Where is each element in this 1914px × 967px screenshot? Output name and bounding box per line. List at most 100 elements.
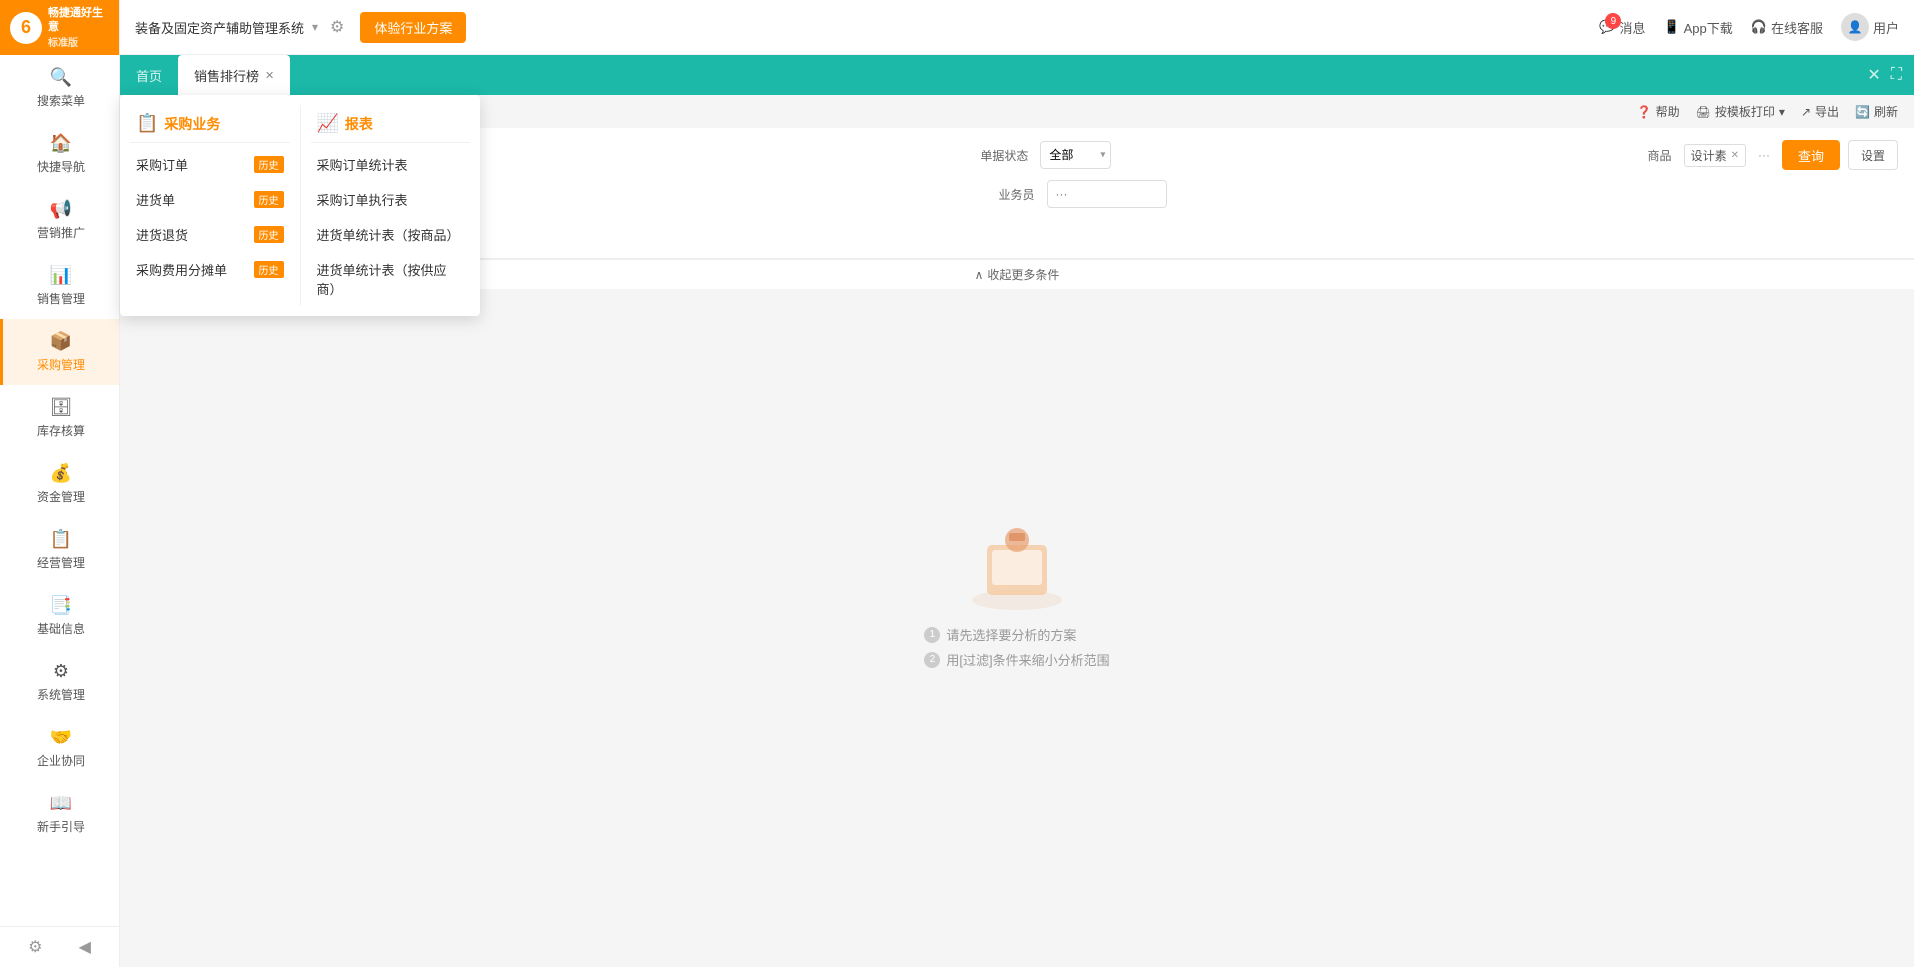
collapse-sidebar-icon[interactable]: ◀ — [79, 937, 91, 957]
dropdown-item-label: 采购订单 — [136, 155, 188, 174]
collapse-label: 收起更多条件 — [987, 266, 1059, 283]
tab-bar: 首页 销售排行榜 ✕ ✕ ⛶ — [120, 55, 1914, 95]
search-icon: 🔍 — [50, 67, 72, 88]
dropdown-item-purchase-order-stat[interactable]: 采购订单统计表 — [311, 147, 471, 182]
dropdown-item-label: 进货退货 — [136, 225, 188, 244]
warehouse-icon: 🗄 — [50, 397, 73, 418]
tab-home[interactable]: 首页 — [120, 55, 178, 95]
sidebar-item-system[interactable]: ⚙ 系统管理 — [0, 649, 119, 715]
tab-sales-rank[interactable]: 销售排行榜 ✕ — [178, 55, 290, 95]
service-icon: 🎧 — [1751, 19, 1767, 35]
history-badge: 历史 — [254, 156, 284, 173]
sidebar-item-label: 系统管理 — [37, 686, 85, 703]
logo-name: 畅捷通好生意 — [48, 6, 109, 35]
print-template-btn[interactable]: 🖨 按模板打印 ▾ — [1696, 103, 1785, 120]
history-badge: 历史 — [254, 226, 284, 243]
header-right: 💬 9 消息 📱 App下载 🎧 在线客服 👤 用户 — [1599, 13, 1899, 41]
document-status-select[interactable]: 全部 待审核 已审核 — [1040, 141, 1111, 169]
dropdown-item-purchase-order-exec[interactable]: 采购订单执行表 — [311, 182, 471, 217]
history-badge: 历史 — [254, 191, 284, 208]
handshake-icon: 🤝 — [50, 727, 72, 748]
system-dropdown-icon[interactable]: ▾ — [312, 20, 318, 34]
report-header-icon: 📈 — [317, 113, 339, 134]
sidebar-item-label: 快捷导航 — [37, 158, 85, 175]
logo-sub: 标准版 — [48, 34, 109, 49]
dropdown-item-label: 采购费用分摊单 — [136, 260, 227, 279]
sidebar-item-search[interactable]: 🔍 搜索菜单 — [0, 55, 119, 121]
sidebar-item-marketing[interactable]: 📢 营销推广 — [0, 187, 119, 253]
dropdown-item-inbound-stat-supplier[interactable]: 进货单统计表（按供应商） — [311, 252, 471, 306]
empty-hints: 1 请先选择要分析的方案 2 用[过滤]条件来缩小分析范围 — [924, 625, 1109, 675]
help-label: 帮助 — [1656, 103, 1680, 120]
hint-num-1: 1 — [924, 627, 940, 643]
sidebar-item-sales[interactable]: 📊 销售管理 — [0, 253, 119, 319]
header-user[interactable]: 👤 用户 — [1841, 13, 1899, 41]
salesman-input[interactable] — [1047, 180, 1167, 208]
sidebar-item-label: 资金管理 — [37, 488, 85, 505]
header-gear-icon[interactable]: ⚙ — [330, 17, 344, 37]
sidebar-item-label: 新手引导 — [37, 818, 85, 835]
header-app-download[interactable]: 📱 App下载 — [1663, 18, 1732, 37]
megaphone-icon: 📢 — [50, 199, 72, 220]
sidebar: 6 畅捷通好生意 标准版 🔍 搜索菜单 🏠 快捷导航 📢 营销推广 📊 销售管理… — [0, 0, 120, 967]
goods-chip-text: 设计素 — [1691, 147, 1727, 164]
system-name: 装备及固定资产辅助管理系统 — [135, 18, 304, 37]
sidebar-item-finance[interactable]: 💰 资金管理 — [0, 451, 119, 517]
home-icon: 🏠 — [50, 133, 72, 154]
dropdown-item-purchase-order[interactable]: 采购订单 历史 — [130, 147, 290, 182]
header-online-service[interactable]: 🎧 在线客服 — [1751, 18, 1823, 37]
dropdown-item-label: 进货单统计表（按供应商） — [317, 260, 465, 298]
sidebar-item-inventory[interactable]: 🗄 库存核算 — [0, 385, 119, 451]
clipboard-icon: 📋 — [50, 529, 72, 550]
refresh-icon: 🔄 — [1855, 105, 1870, 119]
refresh-label: 刷新 — [1874, 103, 1898, 120]
dropdown-item-purchase-expense[interactable]: 采购费用分摊单 历史 — [130, 252, 290, 287]
document-status-select-wrap: 全部 待审核 已审核 — [1040, 141, 1111, 169]
export-btn[interactable]: ↗ 导出 — [1801, 103, 1839, 120]
goods-ellipsis[interactable]: ··· — [1758, 148, 1770, 162]
tab-close-icon[interactable]: ✕ — [265, 69, 274, 82]
dropdown-item-label: 采购订单统计表 — [317, 155, 408, 174]
hint-text-1: 请先选择要分析的方案 — [946, 625, 1076, 644]
help-btn[interactable]: ❓ 帮助 — [1637, 103, 1680, 120]
sidebar-item-label: 搜索菜单 — [37, 92, 85, 109]
tab-close-all-icon[interactable]: ✕ — [1867, 65, 1880, 85]
goods-chip[interactable]: 设计素 ✕ — [1684, 144, 1746, 167]
hint-text-2: 用[过滤]条件来缩小分析范围 — [946, 650, 1109, 669]
header-message[interactable]: 💬 9 消息 — [1599, 18, 1645, 37]
sidebar-item-label: 基础信息 — [37, 620, 85, 637]
print-icon: 🖨 — [1696, 105, 1711, 119]
book-icon: 📖 — [50, 793, 72, 814]
settings-footer-icon[interactable]: ⚙ — [28, 937, 42, 957]
export-icon: ↗ — [1801, 105, 1811, 119]
help-icon: ❓ — [1637, 105, 1652, 119]
settings-btn[interactable]: 设置 — [1848, 140, 1898, 170]
empty-state: 1 请先选择要分析的方案 2 用[过滤]条件来缩小分析范围 — [120, 289, 1914, 901]
refresh-btn[interactable]: 🔄 刷新 — [1855, 103, 1898, 120]
dropdown-item-label: 采购订单执行表 — [317, 190, 408, 209]
dropdown-item-inbound[interactable]: 进货单 历史 — [130, 182, 290, 217]
sidebar-item-operations[interactable]: 📋 经营管理 — [0, 517, 119, 583]
industry-btn[interactable]: 体验行业方案 — [360, 12, 466, 43]
sidebar-item-enterprise[interactable]: 🤝 企业协同 — [0, 715, 119, 781]
dropdown-report-header: 📈 报表 — [311, 105, 471, 143]
sidebar-item-purchase[interactable]: 📦 采购管理 — [0, 319, 119, 385]
chart-icon: 📊 — [50, 265, 72, 286]
avatar: 👤 — [1841, 13, 1869, 41]
top-header: 装备及固定资产辅助管理系统 ▾ ⚙ 体验行业方案 💬 9 消息 📱 App下载 … — [120, 0, 1914, 55]
sidebar-item-quick-nav[interactable]: 🏠 快捷导航 — [0, 121, 119, 187]
sidebar-footer: ⚙ ◀ — [0, 926, 119, 967]
dropdown-item-inbound-return[interactable]: 进货退货 历史 — [130, 217, 290, 252]
dropdown-col-report: 📈 报表 采购订单统计表 采购订单执行表 进货单统计表（按商品） 进货单统计表（… — [300, 105, 481, 306]
dropdown-columns: 📋 采购业务 采购订单 历史 进货单 历史 进货退货 历史 采购费用分摊单 历史 — [120, 105, 480, 306]
sidebar-item-guide[interactable]: 📖 新手引导 — [0, 781, 119, 847]
dropdown-item-inbound-stat-goods[interactable]: 进货单统计表（按商品） — [311, 217, 471, 252]
dropdown-menu: 📋 采购业务 采购订单 历史 进货单 历史 进货退货 历史 采购费用分摊单 历史 — [120, 95, 480, 316]
goods-chip-close[interactable]: ✕ — [1731, 150, 1739, 161]
tab-expand-icon[interactable]: ⛶ — [1891, 66, 1902, 84]
tab-sales-rank-label: 销售排行榜 — [194, 66, 259, 85]
logo-symbol: 6 — [21, 17, 31, 38]
dropdown-item-label: 进货单统计表（按商品） — [317, 225, 460, 244]
sidebar-item-basic-info[interactable]: 📑 基础信息 — [0, 583, 119, 649]
query-btn[interactable]: 查询 — [1782, 140, 1840, 170]
